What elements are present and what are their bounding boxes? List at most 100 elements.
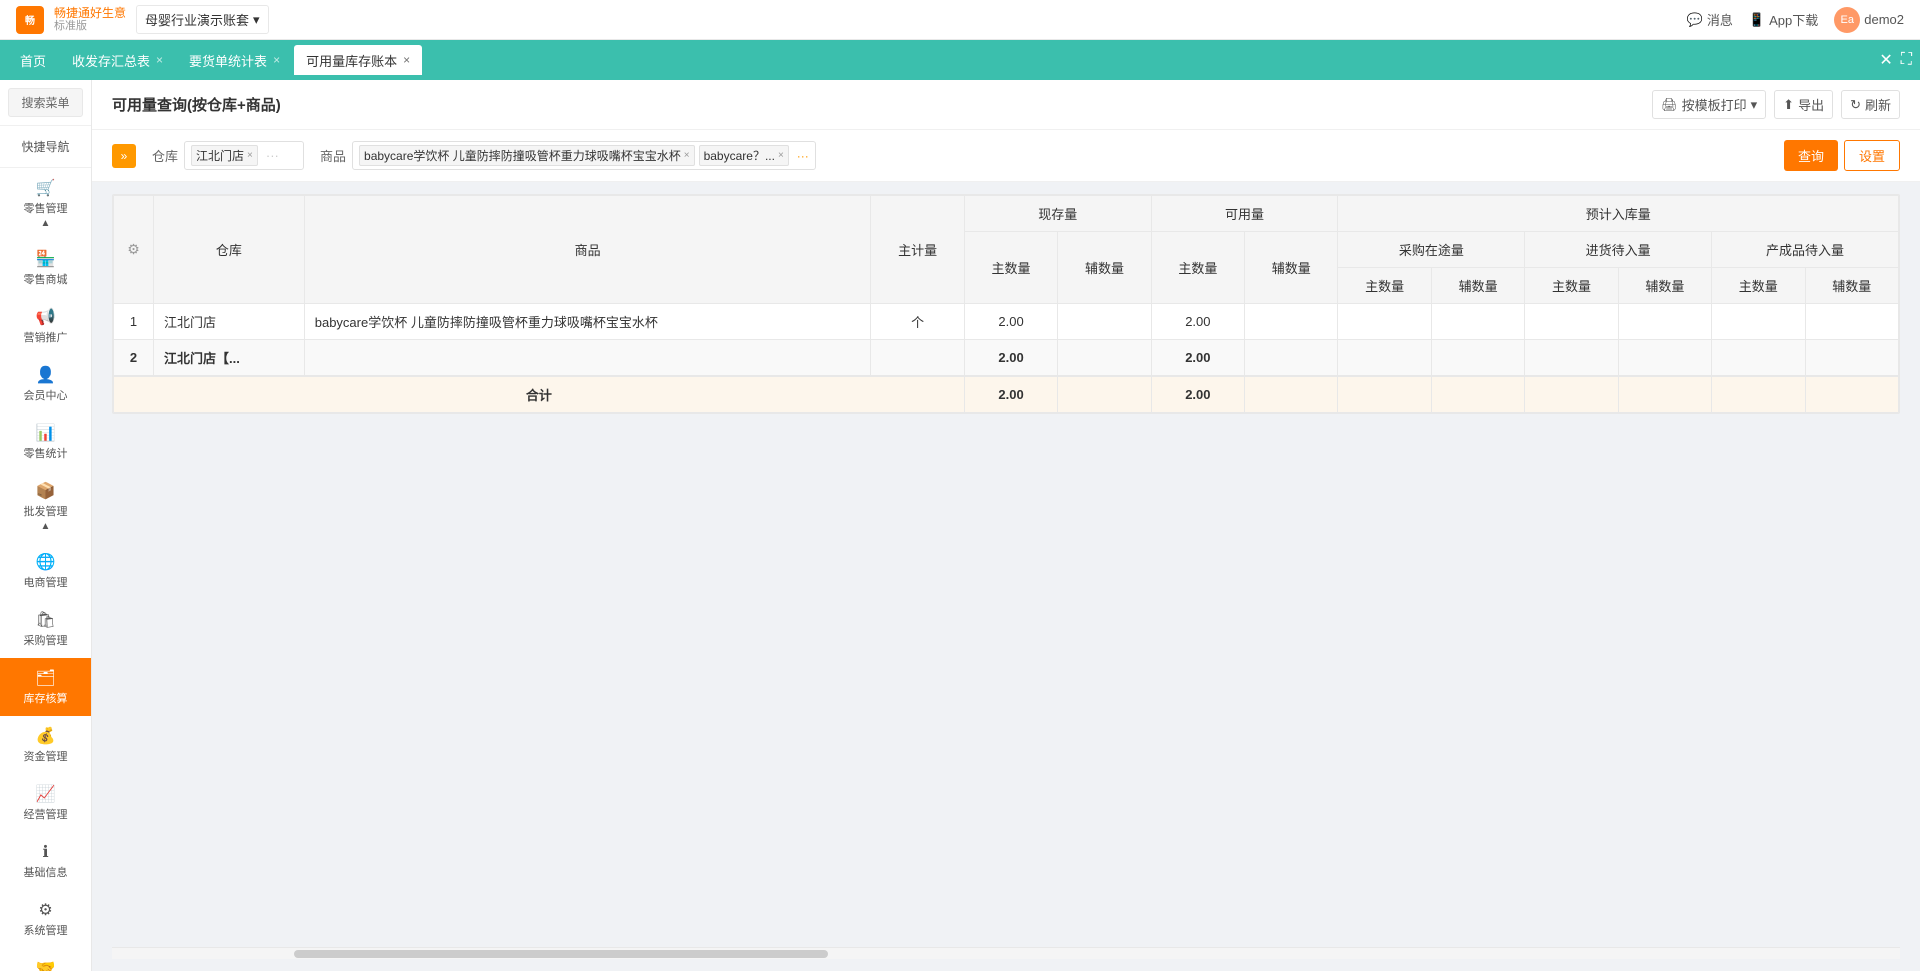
row1-warehouse: 江北门店: [154, 304, 305, 340]
tab-available-inventory-close[interactable]: ×: [403, 53, 410, 67]
sidebar-item-member-center[interactable]: 👤 会员中心: [0, 355, 91, 413]
sidebar-item-wholesale-mgmt[interactable]: 📦 批发管理 ▲: [0, 471, 91, 542]
user-menu[interactable]: Ea demo2: [1834, 7, 1904, 33]
row2-unit: [871, 340, 964, 377]
sidebar-item-retail-stats[interactable]: 📊 零售统计: [0, 413, 91, 471]
settings-btn[interactable]: 设置: [1844, 140, 1900, 171]
row1-product-pending-main: [1712, 304, 1805, 340]
sidebar-item-enterprise-collab[interactable]: 🤝 企业协同: [0, 948, 91, 971]
sidebar-item-marketing[interactable]: 📢 营销推广: [0, 297, 91, 355]
sidebar-item-purchase-mgmt[interactable]: 🛍 采购管理: [0, 600, 91, 658]
tab-bar-actions: ✕ ⛶: [1879, 50, 1912, 70]
row1-current-aux: [1058, 304, 1151, 340]
sidebar-item-retail-mgmt[interactable]: 🛒 零售管理 ▲: [0, 168, 91, 239]
purchase-transit-group-header: 采购在途量: [1338, 232, 1525, 268]
search-menu-btn[interactable]: 搜索菜单: [8, 88, 83, 117]
tab-receive-summary[interactable]: 收发存汇总表 ×: [60, 45, 175, 75]
product-filter-label: 商品: [320, 146, 346, 165]
product-tag-container[interactable]: babycare学饮杯 儿童防摔防撞吸管杯重力球吸嘴杯宝宝水杯 × babyca…: [352, 141, 816, 170]
app-download-btn[interactable]: 📱 App下载: [1749, 10, 1818, 29]
sidebar-item-operations-mgmt[interactable]: 📈 经营管理: [0, 774, 91, 832]
table-wrapper: ⚙ 仓库 商品 主计量 现存量 可用量 预计入库量 主数量: [112, 194, 1900, 414]
tab-home-label: 首页: [20, 51, 46, 70]
refresh-icon: ↻: [1850, 97, 1861, 113]
product-tag-2: babycare？... ×: [699, 145, 789, 166]
expand-filter-btn[interactable]: »: [112, 144, 136, 168]
product-more-btn[interactable]: ···: [797, 149, 809, 163]
table-area: ⚙ 仓库 商品 主计量 现存量 可用量 预计入库量 主数量: [92, 182, 1920, 971]
avatar: Ea: [1834, 7, 1860, 33]
refresh-btn[interactable]: ↻ 刷新: [1841, 90, 1900, 119]
current-stock-main-header: 主数量: [964, 232, 1057, 304]
settings-col-header[interactable]: ⚙: [114, 196, 154, 304]
row2-product-pending-main: [1712, 340, 1805, 377]
scroll-container[interactable]: ⚙ 仓库 商品 主计量 现存量 可用量 预计入库量 主数量: [112, 194, 1900, 947]
footer-product-pending-aux: [1805, 376, 1899, 413]
footer-current-aux: [1058, 376, 1151, 413]
footer-purchase-transit-main: [1338, 376, 1431, 413]
warehouse-tag-container[interactable]: 江北门店 × ···: [184, 141, 304, 170]
row2-warehouse: 江北门店【...: [154, 340, 305, 377]
sidebar-item-ecommerce-mgmt[interactable]: 🌐 电商管理: [0, 542, 91, 600]
available-aux-header: 辅数量: [1245, 232, 1338, 304]
wholesale-mgmt-icon: 📦: [36, 481, 56, 501]
row1-available-aux: [1245, 304, 1338, 340]
product-col-header: 商品: [304, 196, 871, 304]
sidebar-item-retail-mall[interactable]: 🏪 零售商城: [0, 239, 91, 297]
row2-purchase-transit-main: [1338, 340, 1431, 377]
footer-available-main: 2.00: [1151, 376, 1244, 413]
incoming-pending-main-header: 主数量: [1525, 268, 1618, 304]
sidebar-quick-nav-item[interactable]: 快捷导航: [0, 130, 91, 163]
current-stock-group-header: 现存量: [964, 196, 1151, 232]
product-tag-1: babycare学饮杯 儿童防摔防撞吸管杯重力球吸嘴杯宝宝水杯 ×: [359, 145, 695, 166]
warehouse-more-icon: ···: [266, 148, 279, 163]
warehouse-tag-close[interactable]: ×: [247, 150, 253, 161]
warehouse-filter: 仓库 江北门店 × ···: [152, 141, 304, 170]
page-title: 可用量查询(按仓库+商品): [112, 94, 281, 115]
tab-available-inventory[interactable]: 可用量库存账本 ×: [294, 45, 422, 75]
footer-purchase-transit-aux: [1431, 376, 1524, 413]
download-icon: 📱: [1749, 12, 1765, 28]
main-content: 可用量查询(按仓库+商品) 🖨 按模板打印 ▾ ⬆ 导出 ↻ 刷新 »: [92, 80, 1920, 971]
sidebar-item-inventory-check[interactable]: 🗂 库存核算: [0, 658, 91, 716]
message-btn[interactable]: 💬 消息: [1687, 10, 1733, 29]
close-all-tabs-btn[interactable]: ✕: [1879, 50, 1892, 70]
tab-order-stats-close[interactable]: ×: [273, 53, 280, 67]
retail-mgmt-icon: 🛒: [36, 178, 56, 198]
org-selector[interactable]: 母婴行业演示账套 ▾: [136, 5, 269, 34]
top-bar-right: 💬 消息 📱 App下载 Ea demo2: [1687, 7, 1904, 33]
export-btn[interactable]: ⬆ 导出: [1774, 90, 1833, 119]
tab-order-stats[interactable]: 要货单统计表 ×: [177, 45, 292, 75]
tab-receive-summary-close[interactable]: ×: [156, 53, 163, 67]
logo-icon: 畅: [16, 6, 44, 34]
print-dropdown-icon: ▾: [1751, 97, 1758, 113]
chevron-down-icon: ▾: [253, 12, 260, 28]
export-icon: ⬆: [1783, 97, 1794, 113]
row2-product: [304, 340, 871, 377]
product-tag-1-close[interactable]: ×: [684, 150, 690, 161]
product-tag-2-close[interactable]: ×: [778, 150, 784, 161]
page-actions: 🖨 按模板打印 ▾ ⬆ 导出 ↻ 刷新: [1652, 90, 1900, 119]
horizontal-scrollbar[interactable]: [112, 947, 1900, 959]
product-filter: 商品 babycare学饮杯 儿童防摔防撞吸管杯重力球吸嘴杯宝宝水杯 × bab…: [320, 141, 816, 170]
top-bar-left: 畅 畅捷通好生意 标准版 母婴行业演示账套 ▾: [16, 5, 269, 34]
sidebar: 搜索菜单 快捷导航 🛒 零售管理 ▲ 🏪 零售商城 📢 营销推广 👤 会员中心 …: [0, 80, 92, 971]
query-btn[interactable]: 查询: [1784, 140, 1838, 171]
chevron-icon-wholesale: ▲: [41, 521, 51, 532]
print-btn[interactable]: 🖨 按模板打印 ▾: [1652, 90, 1766, 119]
available-group-header: 可用量: [1151, 196, 1338, 232]
expand-btn[interactable]: ⛶: [1901, 51, 1912, 69]
footer-incoming-pending-main: [1525, 376, 1618, 413]
sidebar-item-system-mgmt[interactable]: ⚙ 系统管理: [0, 890, 91, 948]
row1-available-main: 2.00: [1151, 304, 1244, 340]
top-bar: 畅 畅捷通好生意 标准版 母婴行业演示账套 ▾ 💬 消息 📱 App下载 Ea …: [0, 0, 1920, 40]
row2-current-main: 2.00: [964, 340, 1057, 377]
product-pending-main-header: 主数量: [1712, 268, 1805, 304]
row1-current-main: 2.00: [964, 304, 1057, 340]
operations-mgmt-icon: 📈: [36, 784, 56, 804]
filter-actions: 查询 设置: [1784, 140, 1900, 171]
sidebar-item-basic-info[interactable]: ℹ 基础信息: [0, 832, 91, 890]
tab-home[interactable]: 首页: [8, 45, 58, 75]
sidebar-item-finance-mgmt[interactable]: 💰 资金管理: [0, 716, 91, 774]
scroll-thumb[interactable]: [294, 950, 828, 958]
